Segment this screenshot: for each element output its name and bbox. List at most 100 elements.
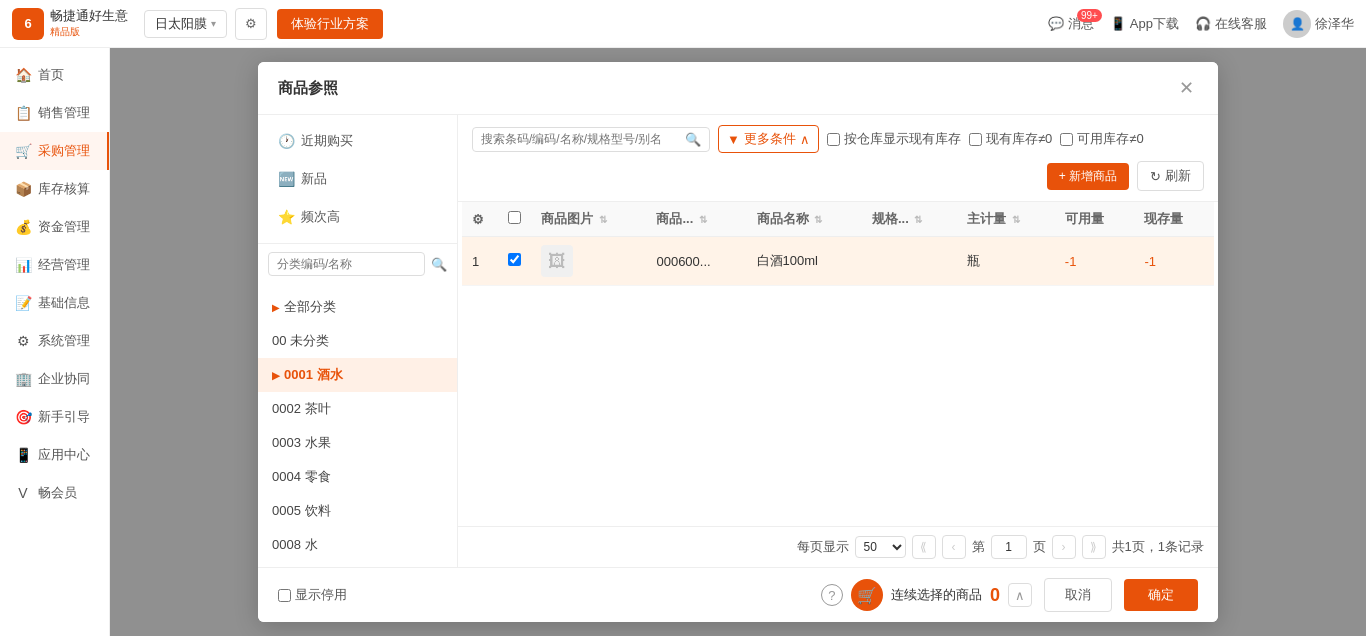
message-icon: 💬 [1048,16,1064,31]
category-search-icon[interactable]: 🔍 [431,257,447,272]
logo-sub: 精品版 [50,25,128,39]
sort-code-icon[interactable]: ⇅ [699,214,707,225]
category-item-0002[interactable]: 0002 茶叶 [258,392,457,426]
sort-image-icon[interactable]: ⇅ [599,214,607,225]
cell-unit: 瓶 [957,237,1055,286]
first-page-button[interactable]: ⟪ [912,535,936,559]
warehouse-stock-checkbox[interactable] [827,133,840,146]
operation-icon: 📊 [14,257,32,273]
user-item[interactable]: 👤 徐泽华 [1283,10,1354,38]
new-icon: 🆕 [278,171,295,187]
category-item-all[interactable]: ▶ 全部分类 [258,290,457,324]
category-item-0003[interactable]: 0003 水果 [258,426,457,460]
nav-right: 💬 消息 99+ 📱 App下载 🎧 在线客服 👤 徐泽华 [1048,10,1354,38]
modal-header: 商品参照 ✕ [258,62,1218,115]
expand-all-icon: ▶ [272,302,280,313]
show-disabled-checkbox[interactable] [278,589,291,602]
quick-item-frequent[interactable]: ⭐ 频次高 [268,201,447,233]
modal-overlay: 商品参照 ✕ 🕐 近期购买 🆕 [110,48,1366,636]
cell-code: 000600... [646,237,746,286]
cart-collapse-button[interactable]: ∧ [1008,583,1032,607]
prev-page-button[interactable]: ‹ [942,535,966,559]
settings-button[interactable]: ⚙ [235,8,267,40]
refresh-button[interactable]: ↻ 刷新 [1137,161,1204,191]
sidebar-item-guide[interactable]: 🎯 新手引导 [0,398,109,436]
cell-spec [862,237,957,286]
main-content: 商品参照 ✕ 🕐 近期购买 🆕 [110,48,1366,636]
per-page-select[interactable]: 50 10 20 100 [855,536,906,558]
sidebar-item-inventory[interactable]: 📦 库存核算 [0,170,109,208]
sidebar-item-home[interactable]: 🏠 首页 [0,56,109,94]
available-stock-checkbox-label[interactable]: 可用库存≠0 [1060,130,1143,148]
page-label: 第 [972,538,985,556]
page-number-input[interactable] [991,535,1027,559]
sort-unit-icon[interactable]: ⇅ [1012,214,1020,225]
cell-check[interactable] [498,237,531,286]
quick-item-recent[interactable]: 🕐 近期购买 [268,125,447,157]
nav-selector-arrow: ▾ [211,18,216,29]
experience-button[interactable]: 体验行业方案 [277,9,383,39]
category-search-input[interactable] [268,252,425,276]
select-all-checkbox[interactable] [508,211,521,224]
th-settings[interactable]: ⚙ [462,202,498,237]
sidebar-item-apps[interactable]: 📱 应用中心 [0,436,109,474]
modal-right-panel: 🔍 ▼ 更多条件 ∧ 按仓库显示现有库存 [458,115,1218,567]
sidebar-item-member[interactable]: V 畅会员 [0,474,109,512]
available-stock-checkbox[interactable] [1060,133,1073,146]
modal-close-button[interactable]: ✕ [1174,76,1198,100]
base-icon: 📝 [14,295,32,311]
confirm-button[interactable]: 确定 [1124,579,1198,611]
quick-items-area: 🕐 近期购买 🆕 新品 ⭐ 频次高 [258,115,457,243]
last-page-button[interactable]: ⟫ [1082,535,1106,559]
table: ⚙ 商品图片 ⇅ 商品... ⇅ [462,202,1214,286]
category-item-0004[interactable]: 0004 零食 [258,460,457,494]
sidebar-item-sales[interactable]: 📋 销售管理 [0,94,109,132]
sort-name-icon[interactable]: ⇅ [814,214,822,225]
search-icon[interactable]: 🔍 [685,132,701,147]
add-product-button[interactable]: + 新增商品 [1047,163,1129,190]
top-nav: 6 畅捷通好生意 精品版 日太阳膜 ▾ ⚙ 体验行业方案 💬 消息 99+ 📱 … [0,0,1366,48]
th-stock: 现存量 [1134,202,1214,237]
row-checkbox[interactable] [508,253,521,266]
modal-toolbar: 🔍 ▼ 更多条件 ∧ 按仓库显示现有库存 [458,115,1218,202]
total-records: 共1页，1条记录 [1112,538,1204,556]
nav-selector[interactable]: 日太阳膜 ▾ [144,10,227,38]
sidebar-item-finance[interactable]: 💰 资金管理 [0,208,109,246]
next-page-button[interactable]: › [1052,535,1076,559]
pagination-area: 每页显示 50 10 20 100 ⟪ ‹ 第 页 [458,526,1218,567]
messages-item[interactable]: 💬 消息 99+ [1048,15,1094,33]
cart-button[interactable]: 🛒 [851,579,883,611]
help-icon[interactable]: ? [821,584,843,606]
sidebar-item-enterprise[interactable]: 🏢 企业协同 [0,360,109,398]
sidebar-item-operation[interactable]: 📊 经营管理 [0,246,109,284]
th-image: 商品图片 ⇅ [531,202,646,237]
modal-footer: 显示停用 ? 🛒 连续选择的商品 0 ∧ 取消 确定 [258,567,1218,622]
product-search-input[interactable] [481,132,681,146]
cancel-button[interactable]: 取消 [1044,578,1112,612]
sidebar-item-base[interactable]: 📝 基础信息 [0,284,109,322]
table-row[interactable]: 1 🖼 000600... 白酒100ml 瓶 [462,237,1214,286]
category-list: ▶ 全部分类 00 未分类 ▶ 0001 酒水 0002 茶 [258,284,457,567]
app-download-item[interactable]: 📱 App下载 [1110,15,1179,33]
show-disabled-checkbox-label[interactable]: 显示停用 [278,586,347,604]
category-item-0005[interactable]: 0005 饮料 [258,494,457,528]
modal-title: 商品参照 [278,79,338,98]
sidebar-item-purchase[interactable]: 🛒 采购管理 [0,132,109,170]
expand-0001-icon: ▶ [272,370,280,381]
online-service-item[interactable]: 🎧 在线客服 [1195,15,1267,33]
quick-item-new[interactable]: 🆕 新品 [268,163,447,195]
current-stock-checkbox[interactable] [969,133,982,146]
warehouse-stock-checkbox-label[interactable]: 按仓库显示现有库存 [827,130,961,148]
category-item-0008[interactable]: 0008 水 [258,528,457,562]
sidebar-item-system[interactable]: ⚙ 系统管理 [0,322,109,360]
star-icon: ⭐ [278,209,295,225]
category-item-00[interactable]: 00 未分类 [258,324,457,358]
sort-spec-icon[interactable]: ⇅ [914,214,922,225]
more-filter-button[interactable]: ▼ 更多条件 ∧ [718,125,819,153]
category-item-0001[interactable]: ▶ 0001 酒水 [258,358,457,392]
current-stock-checkbox-label[interactable]: 现有库存≠0 [969,130,1052,148]
system-icon: ⚙ [14,333,32,349]
member-icon: V [14,485,32,501]
th-spec: 规格... ⇅ [862,202,957,237]
sidebar: 🏠 首页 📋 销售管理 🛒 采购管理 📦 库存核算 💰 资金管理 📊 经营管理 … [0,48,110,636]
